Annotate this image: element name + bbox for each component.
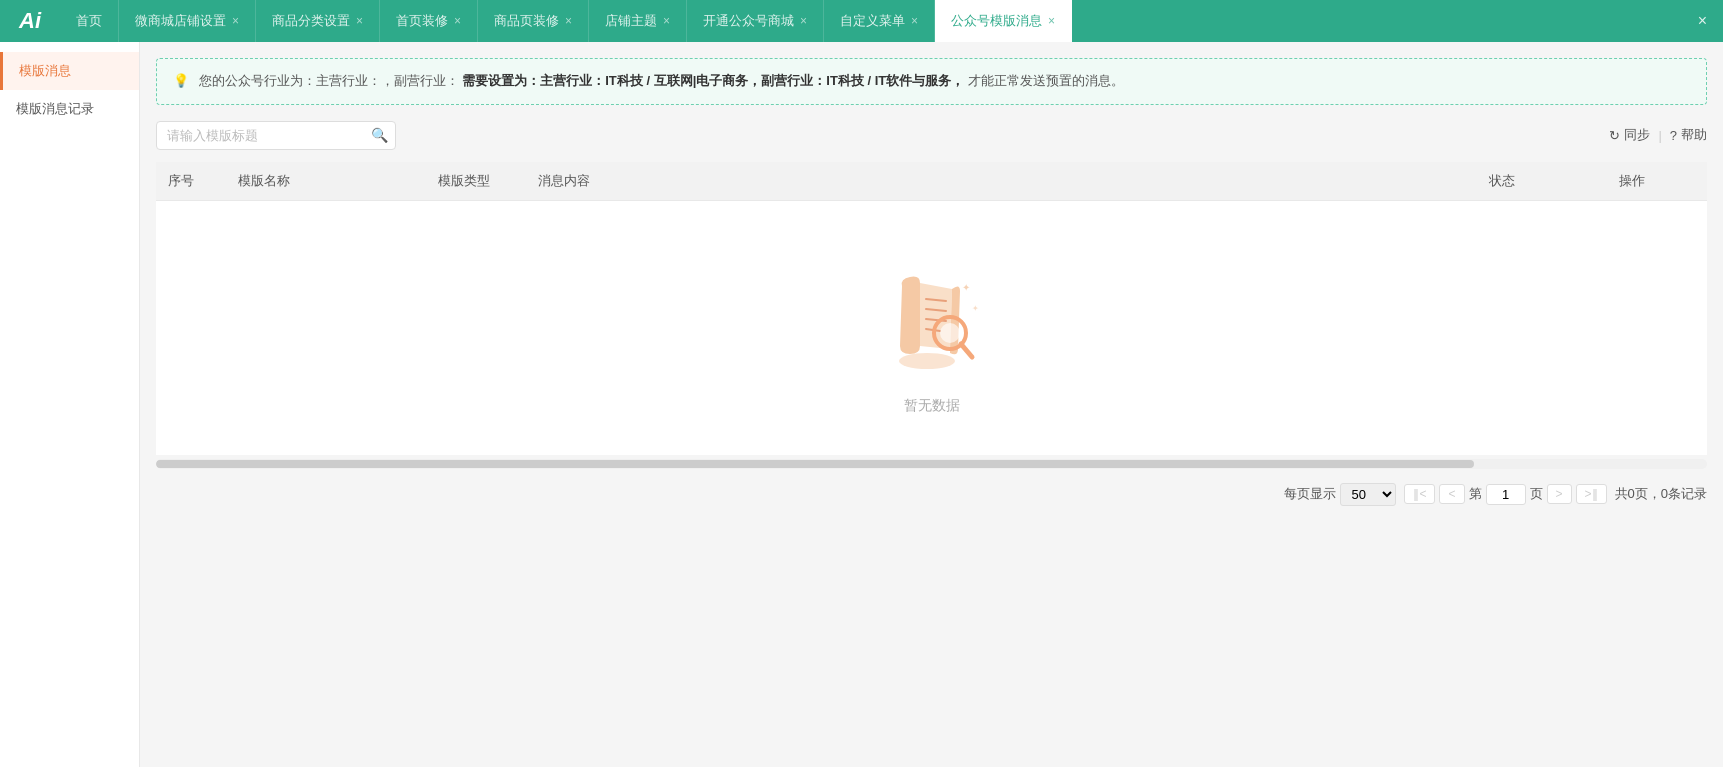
tab-item-template-msg[interactable]: 公众号模版消息× — [935, 0, 1072, 42]
scrollbar-thumb — [156, 460, 1474, 468]
page-size-select: 每页显示 102050100 — [1284, 483, 1396, 506]
sync-button[interactable]: ↻ 同步 — [1609, 126, 1650, 144]
tab-item-store-theme[interactable]: 店铺主题× — [589, 0, 687, 42]
last-page-button[interactable]: >‖ — [1576, 484, 1607, 504]
tab-close-custom-menu[interactable]: × — [911, 14, 918, 28]
search-input[interactable] — [156, 121, 396, 150]
help-icon: ? — [1670, 128, 1677, 143]
sync-icon: ↻ — [1609, 128, 1620, 143]
notice-banner: 💡 您的公众号行业为：主营行业：，副营行业： 需要设置为：主营行业：IT科技 /… — [156, 58, 1707, 105]
tab-close-store-theme[interactable]: × — [663, 14, 670, 28]
content-area: 💡 您的公众号行业为：主营行业：，副营行业： 需要设置为：主营行业：IT科技 /… — [140, 42, 1723, 767]
page-input-wrap: 第 页 — [1469, 484, 1543, 505]
sync-label: 同步 — [1624, 126, 1650, 144]
tab-item-custom-menu[interactable]: 自定义菜单× — [824, 0, 935, 42]
help-label: 帮助 — [1681, 126, 1707, 144]
empty-illustration: ✦ ✦ — [872, 261, 992, 381]
page-prefix: 第 — [1469, 485, 1482, 503]
page-number-input[interactable] — [1486, 484, 1526, 505]
main-layout: 模版消息模版消息记录 💡 您的公众号行业为：主营行业：，副营行业： 需要设置为：… — [0, 42, 1723, 767]
col-header-seq: 序号 — [156, 162, 226, 201]
data-table: 序号 模版名称 模版类型 消息内容 状态 操作 — [156, 162, 1707, 455]
notice-highlight: 需要设置为：主营行业：IT科技 / 互联网|电子商务，副营行业：IT科技 / I… — [462, 73, 964, 88]
tab-close-open-wechat-mall[interactable]: × — [800, 14, 807, 28]
col-header-type: 模版类型 — [426, 162, 526, 201]
table-empty-row: ✦ ✦ 暂无数据 — [156, 200, 1707, 455]
tab-item-product-decoration[interactable]: 商品页装修× — [478, 0, 589, 42]
tab-close-product-decoration[interactable]: × — [565, 14, 572, 28]
tab-close-store-settings[interactable]: × — [232, 14, 239, 28]
svg-text:✦: ✦ — [962, 282, 970, 293]
tab-item-store-settings[interactable]: 微商城店铺设置× — [119, 0, 256, 42]
close-all-button[interactable]: × — [1682, 12, 1723, 30]
tab-close-category-settings[interactable]: × — [356, 14, 363, 28]
svg-point-0 — [899, 353, 955, 369]
col-header-action: 操作 — [1607, 162, 1707, 201]
page-nav: ‖< < 第 页 > >‖ — [1404, 484, 1606, 505]
search-bar: 🔍 ↻ 同步 | ? 帮助 — [156, 121, 1707, 150]
tab-item-open-wechat-mall[interactable]: 开通公众号商城× — [687, 0, 824, 42]
table-header-row: 序号 模版名称 模版类型 消息内容 状态 操作 — [156, 162, 1707, 201]
search-input-wrap: 🔍 — [156, 121, 396, 150]
horizontal-scrollbar[interactable] — [156, 459, 1707, 469]
col-header-content: 消息内容 — [526, 162, 1477, 201]
toolbar-divider: | — [1658, 128, 1661, 143]
notice-icon: 💡 — [173, 73, 189, 88]
tab-bar: Ai 首页微商城店铺设置×商品分类设置×首页装修×商品页装修×店铺主题×开通公众… — [0, 0, 1723, 42]
tab-item-home[interactable]: 首页 — [60, 0, 119, 42]
page-size-dropdown[interactable]: 102050100 — [1340, 483, 1396, 506]
logo: Ai — [0, 0, 60, 42]
page-unit: 页 — [1530, 485, 1543, 503]
notice-suffix: 才能正常发送预置的消息。 — [968, 73, 1124, 88]
empty-text: 暂无数据 — [156, 397, 1707, 415]
tab-item-category-settings[interactable]: 商品分类设置× — [256, 0, 380, 42]
help-button[interactable]: ? 帮助 — [1670, 126, 1707, 144]
tab-close-home-decoration[interactable]: × — [454, 14, 461, 28]
svg-text:✦: ✦ — [972, 304, 979, 313]
tab-item-home-decoration[interactable]: 首页装修× — [380, 0, 478, 42]
empty-state: ✦ ✦ 暂无数据 — [156, 201, 1707, 455]
toolbar-right: ↻ 同步 | ? 帮助 — [1609, 126, 1707, 144]
page-size-label: 每页显示 — [1284, 485, 1336, 503]
col-header-status: 状态 — [1477, 162, 1607, 201]
total-text: 共0页，0条记录 — [1615, 485, 1707, 503]
prev-page-button[interactable]: < — [1439, 484, 1464, 504]
sidebar-item-template-msg-record[interactable]: 模版消息记录 — [0, 90, 139, 128]
tab-close-template-msg[interactable]: × — [1048, 14, 1055, 28]
svg-point-6 — [940, 323, 960, 343]
pagination-row: 每页显示 102050100 ‖< < 第 页 > >‖ 共0页，0条记录 — [156, 473, 1707, 510]
search-icon[interactable]: 🔍 — [371, 127, 388, 143]
first-page-button[interactable]: ‖< — [1404, 484, 1435, 504]
next-page-button[interactable]: > — [1547, 484, 1572, 504]
notice-prefix: 您的公众号行业为：主营行业：，副营行业： — [199, 73, 459, 88]
svg-line-7 — [961, 344, 972, 357]
sidebar-item-template-msg[interactable]: 模版消息 — [0, 52, 139, 90]
col-header-name: 模版名称 — [226, 162, 426, 201]
sidebar: 模版消息模版消息记录 — [0, 42, 140, 767]
